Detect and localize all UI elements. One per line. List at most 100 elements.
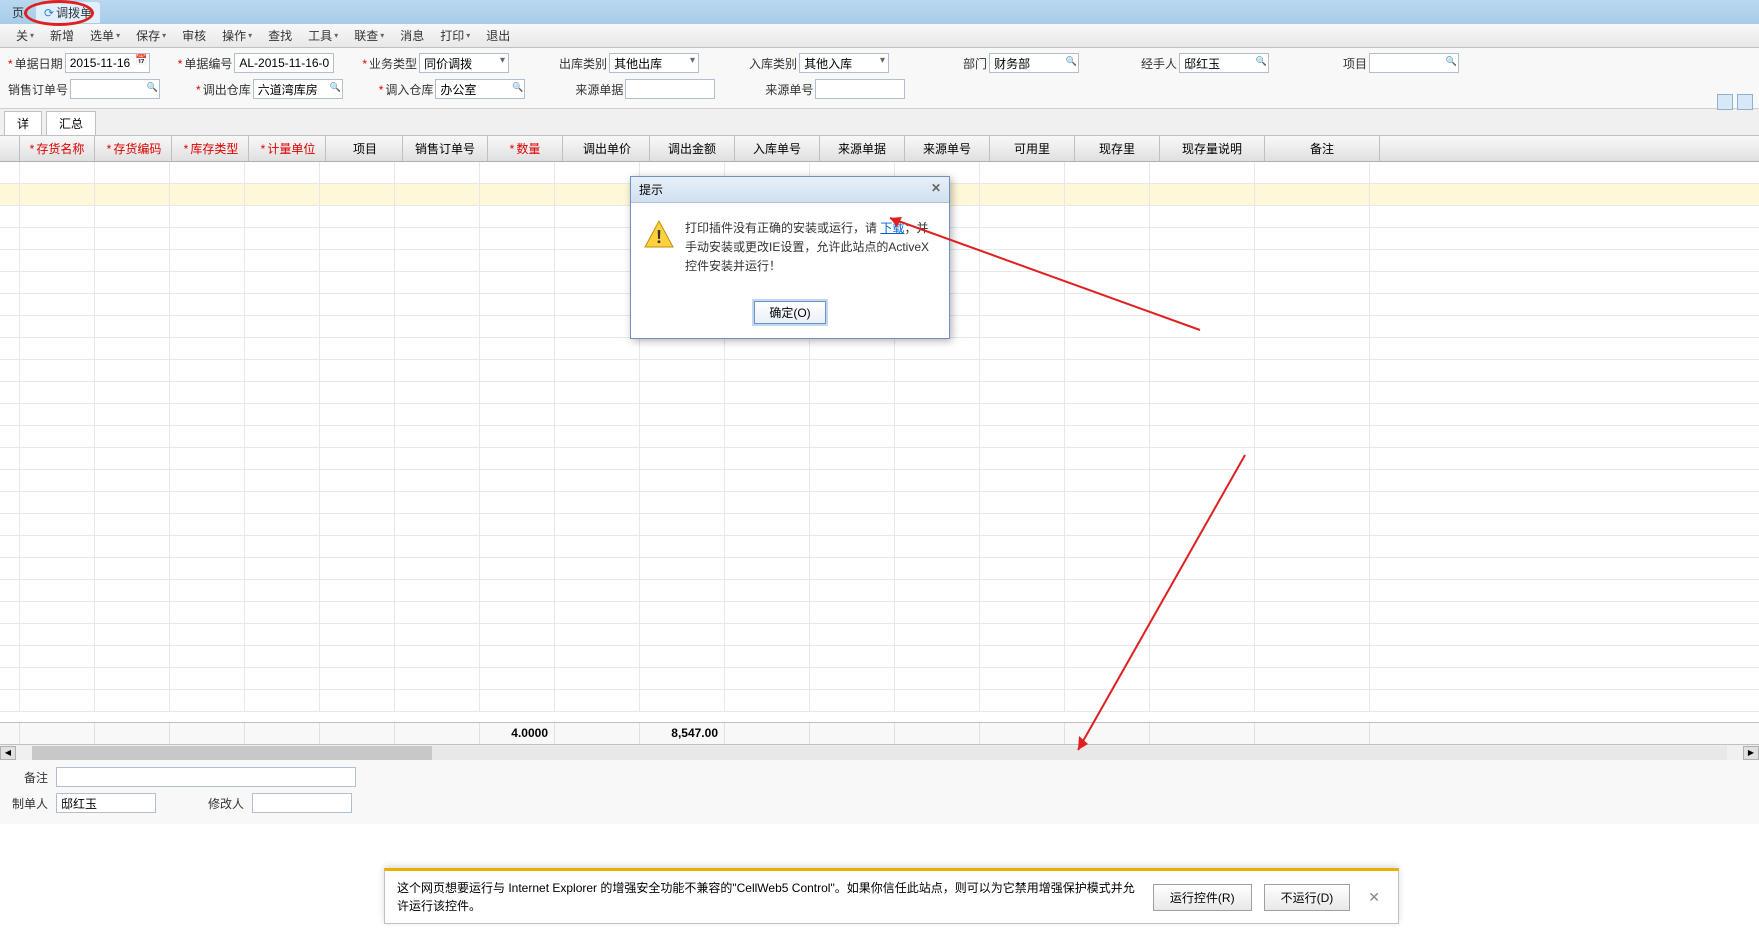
dialog-ok-button[interactable]: 确定(O) [754,301,825,324]
ie-notification-bar: 这个网页想要运行与 Internet Explorer 的增强安全功能不兼容的"… [384,868,1399,924]
col-qty[interactable]: 数量 [488,136,563,161]
menu-bar: 关▾ 新增 选单▾ 保存▾ 审核 操作▾ 查找 工具▾ 联查▾ 消息 打印▾ 退… [0,24,1759,48]
col-code[interactable]: 存货编码 [97,136,172,161]
col-avail[interactable]: 可用里 [990,136,1075,161]
inwh-input[interactable] [435,79,525,99]
table-row[interactable] [0,558,1759,580]
table-row[interactable] [0,470,1759,492]
dept-label: 部门 [957,55,987,72]
inwh-label: *调入仓库 [379,81,434,98]
ie-message: 这个网页想要运行与 Internet Explorer 的增强安全功能不兼容的"… [397,879,1141,915]
table-row[interactable] [0,514,1759,536]
col-amt[interactable]: 调出金额 [650,136,735,161]
download-link[interactable]: 下载 [880,221,904,235]
intype-select[interactable] [799,53,889,73]
col-price[interactable]: 调出单价 [565,136,650,161]
col-stock[interactable]: 现存里 [1075,136,1160,161]
detail-tab-detail[interactable]: 详 [4,111,42,135]
col-order[interactable]: 销售订单号 [403,136,488,161]
menu-option[interactable]: 选单▾ [82,25,128,46]
menu-tool[interactable]: 工具▾ [300,25,346,46]
scroll-left-icon[interactable]: ◀ [0,746,16,760]
table-row[interactable] [0,448,1759,470]
salesorder-label: 销售订单号 [8,81,68,98]
table-row[interactable] [0,492,1759,514]
col-idx[interactable] [0,136,20,161]
col-unit[interactable]: 计量单位 [251,136,326,161]
outtype-select[interactable] [609,53,699,73]
modifier-input[interactable] [252,793,352,813]
menu-operate[interactable]: 操作▾ [214,25,260,46]
col-type[interactable]: 库存类型 [174,136,249,161]
paste-icon[interactable] [1737,94,1753,110]
table-row[interactable] [0,602,1759,624]
dept-input[interactable] [989,53,1079,73]
col-stocknote[interactable]: 现存量说明 [1160,136,1265,161]
col-srcno[interactable]: 来源单号 [905,136,990,161]
menu-save[interactable]: 保存▾ [128,25,174,46]
table-row[interactable] [0,690,1759,712]
scroll-thumb[interactable] [32,746,432,760]
col-inno[interactable]: 入库单号 [735,136,820,161]
table-row[interactable] [0,646,1759,668]
svg-text:!: ! [656,227,662,247]
menu-exit[interactable]: 退出 [478,25,518,46]
dialog-title: 提示 [639,181,663,198]
grid-footer: 4.0000 8,547.00 [0,722,1759,744]
salesorder-input[interactable] [70,79,160,99]
toolbar-right [1717,94,1753,110]
srcdoc-label: 来源单据 [573,81,623,98]
run-control-button[interactable]: 运行控件(R) [1153,884,1252,911]
total-amt: 8,547.00 [640,723,725,744]
table-row[interactable] [0,624,1759,646]
menu-link[interactable]: 联查▾ [346,25,392,46]
remark-label: 备注 [8,769,48,786]
table-row[interactable] [0,382,1759,404]
ie-close-icon[interactable]: ✕ [1362,889,1386,906]
col-name[interactable]: 存货名称 [20,136,95,161]
intype-label: 入库类别 [747,55,797,72]
table-row[interactable] [0,360,1759,382]
menu-new[interactable]: 新增 [42,25,82,46]
copy-icon[interactable] [1717,94,1733,110]
srcno-input[interactable] [815,79,905,99]
srcdoc-input[interactable] [625,79,715,99]
table-row[interactable] [0,580,1759,602]
menu-close[interactable]: 关▾ [8,25,42,46]
detail-tab-summary[interactable]: 汇总 [46,111,96,135]
maker-input[interactable] [56,793,156,813]
handler-input[interactable] [1179,53,1269,73]
col-remark[interactable]: 备注 [1265,136,1380,161]
outtype-label: 出库类别 [557,55,607,72]
tab-home[interactable]: 页 [4,2,32,23]
col-proj[interactable]: 项目 [328,136,403,161]
table-row[interactable] [0,536,1759,558]
scroll-right-icon[interactable]: ▶ [1743,746,1759,760]
menu-message[interactable]: 消息 [392,25,432,46]
tab-allocation[interactable]: ⟳调拨单 [36,2,100,23]
project-label: 项目 [1337,55,1367,72]
outwh-input[interactable] [253,79,343,99]
col-srcdoc[interactable]: 来源单据 [820,136,905,161]
h-scrollbar[interactable]: ◀ ▶ [0,744,1759,760]
table-row[interactable] [0,338,1759,360]
alert-dialog: 提示 ✕ ! 打印插件没有正确的安装或运行，请 下载；并手动安装或更改IE设置，… [630,176,950,339]
dialog-close-icon[interactable]: ✕ [931,181,941,198]
menu-print[interactable]: 打印▾ [432,25,478,46]
menu-audit[interactable]: 审核 [174,25,214,46]
table-row[interactable] [0,404,1759,426]
docno-input[interactable] [234,53,334,73]
title-bar: 页 ⟳调拨单 [0,0,1759,24]
srcno-label: 来源单号 [763,81,813,98]
biztype-select[interactable] [419,53,509,73]
table-row[interactable] [0,668,1759,690]
grid-header: 存货名称 存货编码 库存类型 计量单位 项目 销售订单号 数量 调出单价 调出金… [0,136,1759,162]
date-input[interactable] [65,53,150,73]
dont-run-button[interactable]: 不运行(D) [1264,884,1351,911]
menu-query[interactable]: 查找 [260,25,300,46]
remark-input[interactable] [56,767,356,787]
project-input[interactable] [1369,53,1459,73]
table-row[interactable] [0,426,1759,448]
date-label: *单据日期 [8,55,63,72]
bottom-form: 备注 制单人 修改人 [0,760,1759,824]
